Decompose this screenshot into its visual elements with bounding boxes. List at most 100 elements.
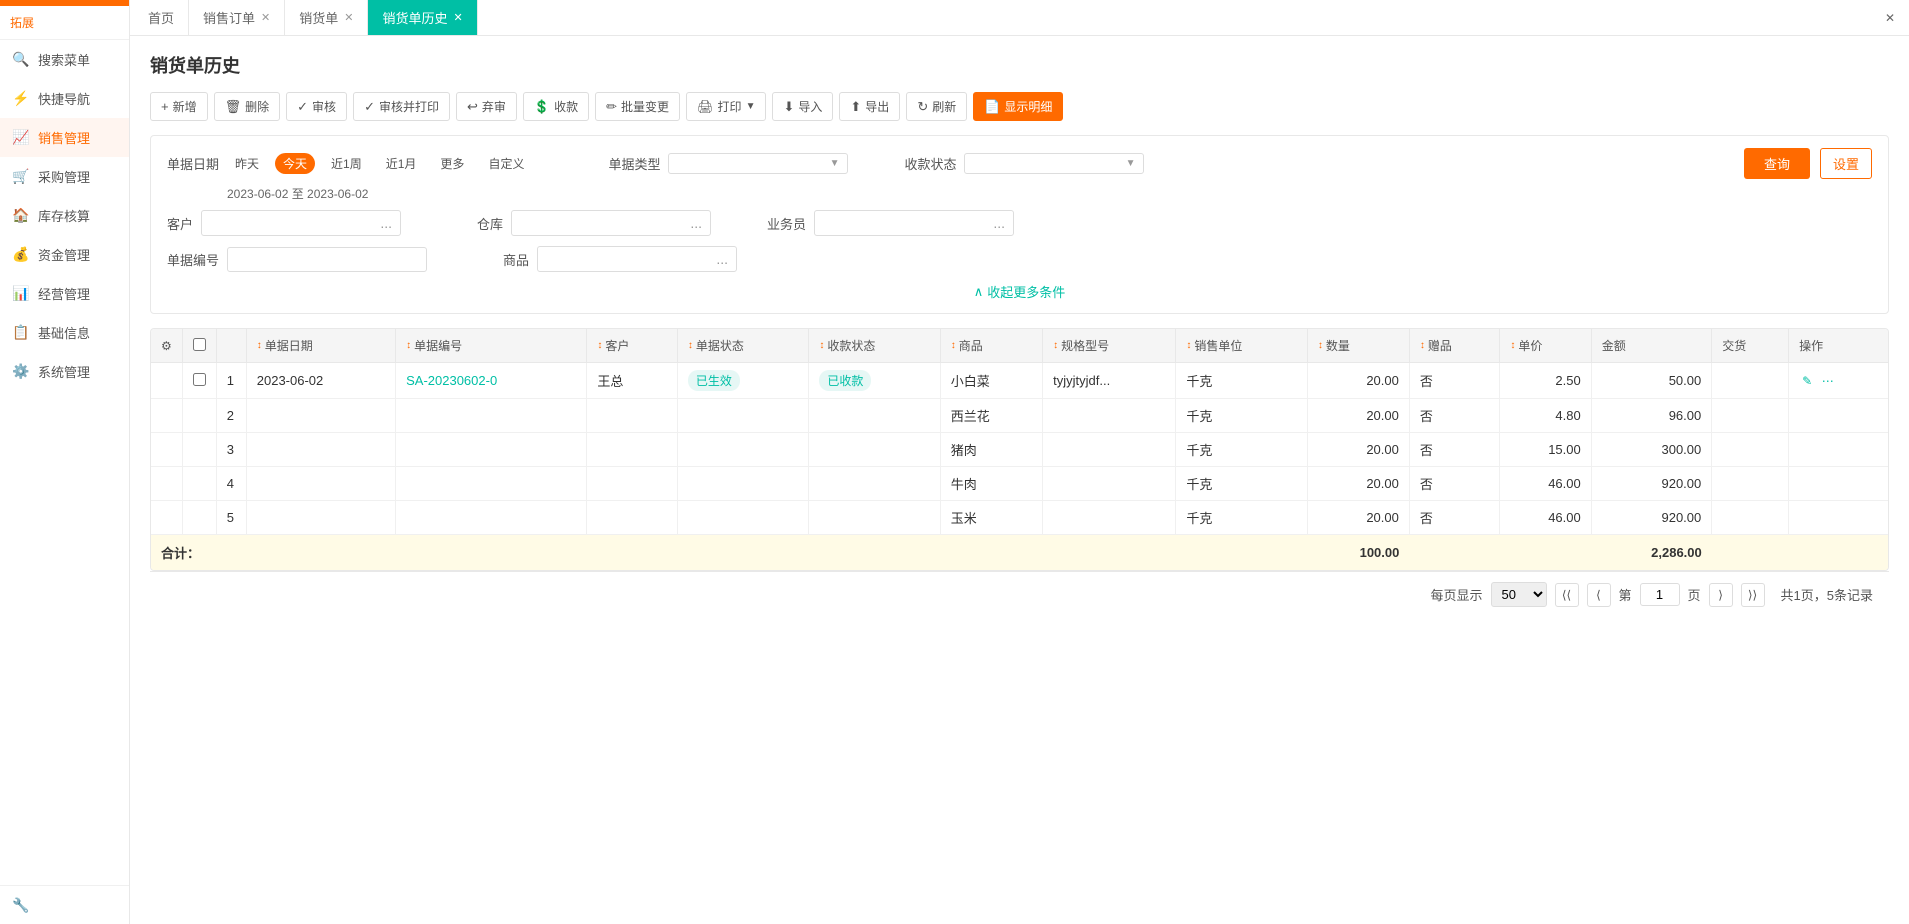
next-page-button[interactable]: ⟩ xyxy=(1709,583,1733,607)
th-doc-no[interactable]: ↕单据编号 xyxy=(396,329,587,363)
print-button[interactable]: 🖨 打印 ▼ xyxy=(686,92,766,121)
sidebar-item-sales[interactable]: 📈 销售管理 xyxy=(0,118,129,157)
salesperson-dots-icon[interactable]: ... xyxy=(993,215,1005,231)
row-checkbox[interactable] xyxy=(182,433,216,467)
th-customer[interactable]: ↕客户 xyxy=(587,329,677,363)
page-input[interactable] xyxy=(1640,583,1680,606)
sidebar-item-purchase[interactable]: 🛒 采购管理 xyxy=(0,157,129,196)
prev-page-button[interactable]: ⟨ xyxy=(1587,583,1611,607)
row-edit-btn[interactable]: ✎ xyxy=(1802,374,1812,388)
date-chip-more[interactable]: 更多 xyxy=(432,153,472,174)
row-doc-no[interactable] xyxy=(396,467,587,501)
row-payment-status xyxy=(809,501,940,535)
row-checkbox[interactable] xyxy=(182,363,216,399)
doc-no-sort-icon: ↕ xyxy=(406,340,411,351)
th-payment-status[interactable]: ↕收款状态 xyxy=(809,329,940,363)
row-doc-no[interactable] xyxy=(396,399,587,433)
product-select[interactable]: ... xyxy=(537,246,737,272)
set-button[interactable]: 设置 xyxy=(1820,148,1872,179)
filter-row-2: 客户 ... 仓库 ... xyxy=(167,210,1872,236)
th-spec[interactable]: ↕规格型号 xyxy=(1043,329,1176,363)
warehouse-dots-icon[interactable]: ... xyxy=(690,215,702,231)
salesperson-select[interactable]: ... xyxy=(814,210,1014,236)
date-chip-last30[interactable]: 近1月 xyxy=(378,153,425,174)
audit-button[interactable]: ✓ 审核 xyxy=(286,92,347,121)
sidebar-item-system[interactable]: ⚙️ 系统管理 xyxy=(0,352,129,391)
sidebar-item-search[interactable]: 🔍 搜索菜单 xyxy=(0,40,129,79)
date-chip-yesterday[interactable]: 昨天 xyxy=(227,153,267,174)
th-settings[interactable]: ⚙ xyxy=(151,329,182,363)
filter-row-3: 单据编号 商品 ... xyxy=(167,246,1872,272)
row-customer xyxy=(587,433,677,467)
tab-sales-order[interactable]: 销售订单 ✕ xyxy=(189,0,285,35)
first-page-button[interactable]: ⟨⟨ xyxy=(1555,583,1579,607)
row-payment-status xyxy=(809,433,940,467)
tab-sales-history[interactable]: 销货单历史 ✕ xyxy=(368,0,477,35)
refresh-button[interactable]: ↻ 刷新 xyxy=(906,92,967,121)
product-dots-icon[interactable]: ... xyxy=(716,251,728,267)
sidebar-item-label: 快捷导航 xyxy=(38,89,90,108)
delete-button[interactable]: 🗑 删除 xyxy=(214,92,281,121)
add-button[interactable]: + 新增 xyxy=(150,92,208,121)
th-product[interactable]: ↕商品 xyxy=(940,329,1042,363)
sidebar-item-basic[interactable]: 📋 基础信息 xyxy=(0,313,129,352)
query-button[interactable]: 查询 xyxy=(1744,148,1810,179)
export-button[interactable]: ⬆ 导出 xyxy=(839,92,900,121)
page-size-select[interactable]: 50 100 200 xyxy=(1491,582,1547,607)
row-doc-no[interactable] xyxy=(396,433,587,467)
row-doc-no[interactable] xyxy=(396,501,587,535)
sidebar-item-operation[interactable]: 📊 经营管理 xyxy=(0,274,129,313)
show-detail-button[interactable]: 📄 显示明细 xyxy=(973,92,1063,121)
row-amount: 50.00 xyxy=(1591,363,1712,399)
audit-print-button[interactable]: ✓ 审核并打印 xyxy=(353,92,450,121)
tab-close-all-button[interactable]: ✕ xyxy=(1875,7,1905,29)
filter-toggle[interactable]: ∧ 收起更多条件 xyxy=(167,282,1872,301)
row-checkbox[interactable] xyxy=(182,467,216,501)
row-unit: 千克 xyxy=(1176,399,1307,433)
collect-button[interactable]: 💲 收款 xyxy=(523,92,589,121)
row-action xyxy=(1789,399,1888,433)
tab-home[interactable]: 首页 xyxy=(134,0,189,35)
warehouse-select[interactable]: ... xyxy=(511,210,711,236)
toggle-label: 收起更多条件 xyxy=(987,282,1065,301)
audit-print-label: 审核并打印 xyxy=(379,98,439,115)
sidebar-item-inventory[interactable]: 🏠 库存核算 xyxy=(0,196,129,235)
discard-button[interactable]: ↩ 弃审 xyxy=(456,92,517,121)
th-date[interactable]: ↕单据日期 xyxy=(246,329,395,363)
row-qty: 20.00 xyxy=(1307,467,1409,501)
th-unit[interactable]: ↕销售单位 xyxy=(1176,329,1307,363)
tab-sales-delivery-close[interactable]: ✕ xyxy=(344,11,353,24)
row-check[interactable] xyxy=(193,373,206,386)
row-checkbox[interactable] xyxy=(182,501,216,535)
date-chip-last7[interactable]: 近1周 xyxy=(323,153,370,174)
payment-status-select[interactable]: ▼ xyxy=(964,153,1144,174)
th-gift[interactable]: ↕赠品 xyxy=(1409,329,1499,363)
sidebar-item-quicknav[interactable]: ⚡ 快捷导航 xyxy=(0,79,129,118)
row-gift: 否 xyxy=(1409,467,1499,501)
date-chip-custom[interactable]: 自定义 xyxy=(480,153,532,174)
tab-sales-history-close[interactable]: ✕ xyxy=(454,11,463,24)
th-doc-status[interactable]: ↕单据状态 xyxy=(677,329,808,363)
import-button[interactable]: ⬇ 导入 xyxy=(772,92,833,121)
customer-select[interactable]: ... xyxy=(201,210,401,236)
row-action: ✎ ⋯ xyxy=(1789,363,1888,399)
add-icon: + xyxy=(161,99,169,114)
row-checkbox[interactable] xyxy=(182,399,216,433)
th-qty[interactable]: ↕数量 xyxy=(1307,329,1409,363)
tab-sales-delivery[interactable]: 销货单 ✕ xyxy=(285,0,368,35)
sidebar-item-finance[interactable]: 💰 资金管理 xyxy=(0,235,129,274)
row-action xyxy=(1789,467,1888,501)
batch-change-button[interactable]: ✏ 批量变更 xyxy=(595,92,680,121)
last-page-button[interactable]: ⟩⟩ xyxy=(1741,583,1765,607)
doc-type-select[interactable]: ▼ xyxy=(668,153,848,174)
row-more-btn[interactable]: ⋯ xyxy=(1822,374,1834,388)
date-chip-today[interactable]: 今天 xyxy=(275,153,315,174)
doc-no-input[interactable] xyxy=(227,247,427,272)
filter-row-1: 单据日期 昨天 今天 近1周 近1月 更多 自定义 单据类型 ▼ xyxy=(167,148,1872,179)
customer-dots-icon[interactable]: ... xyxy=(380,215,392,231)
sidebar-item-settings-bottom[interactable]: 🔧 xyxy=(0,886,129,924)
tab-sales-order-close[interactable]: ✕ xyxy=(261,11,270,24)
select-all-checkbox[interactable] xyxy=(193,338,206,351)
th-price[interactable]: ↕单价 xyxy=(1500,329,1591,363)
row-doc-no[interactable]: SA-20230602-0 xyxy=(396,363,587,399)
